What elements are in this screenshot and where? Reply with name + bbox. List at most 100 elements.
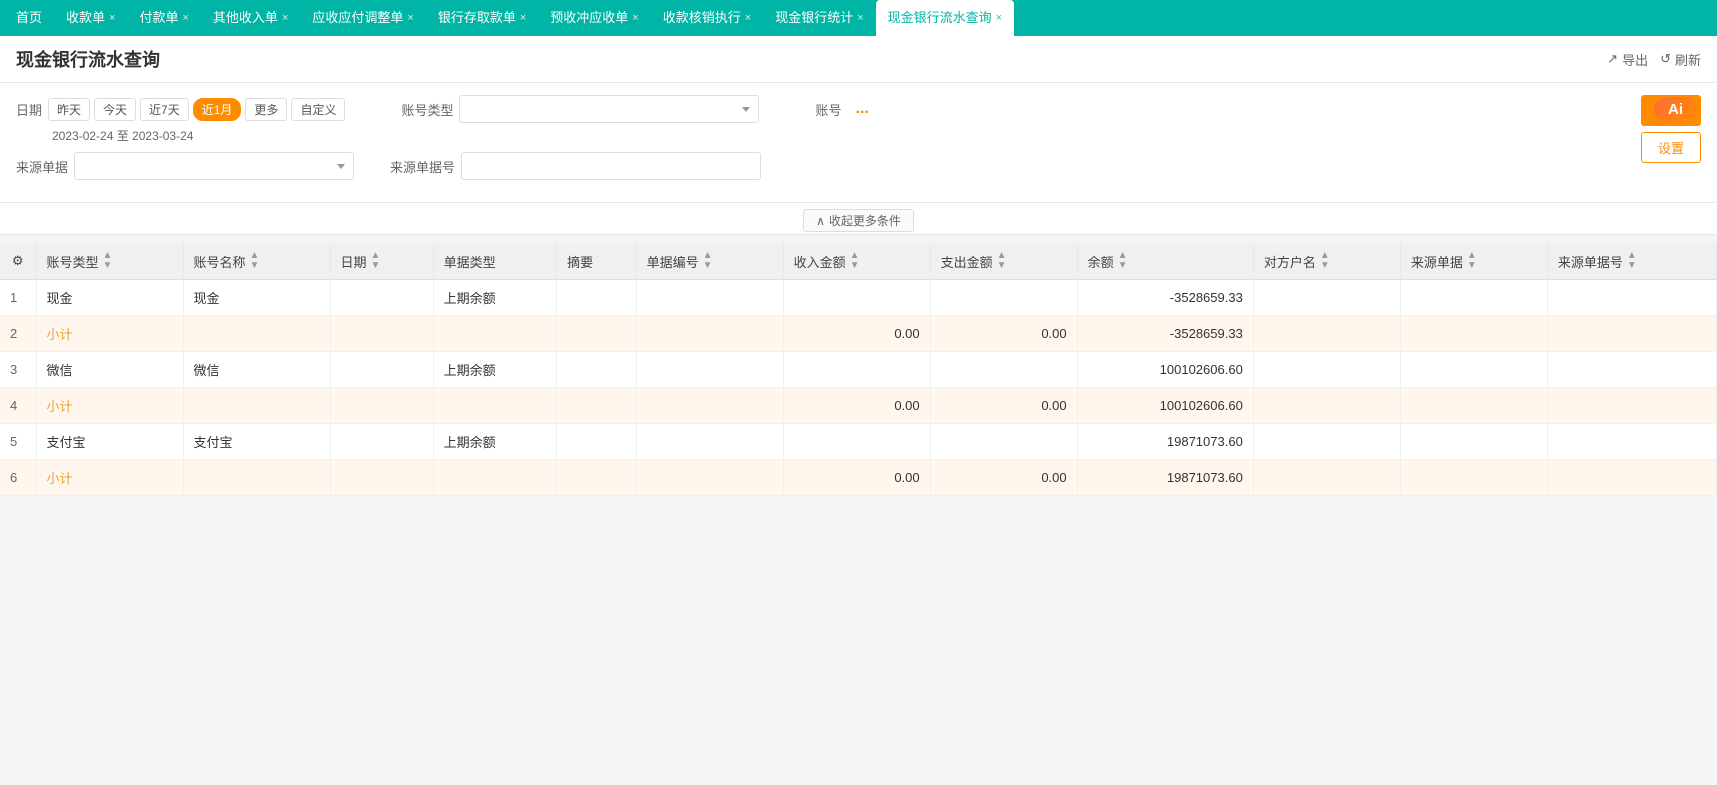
table-cell: [930, 280, 1077, 316]
table-cell: [557, 316, 637, 352]
collapse-row: ∧ 收起更多条件: [0, 203, 1717, 235]
table-cell: [783, 424, 930, 460]
nav-cash-bank-stats[interactable]: 现金银行统计 ×: [763, 0, 875, 36]
table-cell: 0.00: [783, 460, 930, 496]
table-cell: [330, 280, 433, 316]
close-icon[interactable]: ×: [109, 0, 115, 36]
export-icon: ↗: [1607, 51, 1618, 67]
close-icon[interactable]: ×: [857, 0, 863, 36]
table-cell: [557, 388, 637, 424]
th-account-type[interactable]: 账号类型 ▲▼: [36, 243, 183, 280]
date-buttons: 昨天 今天 近7天 近1月 更多 自定义: [48, 98, 345, 121]
close-icon[interactable]: ×: [182, 0, 188, 36]
th-summary[interactable]: 摘要: [557, 243, 637, 280]
table-cell: [1547, 388, 1716, 424]
settings-button[interactable]: 设置: [1641, 132, 1701, 163]
table-cell: [433, 388, 557, 424]
date-btn-yesterday[interactable]: 昨天: [48, 98, 90, 121]
th-doc-type[interactable]: 单据类型: [433, 243, 557, 280]
close-icon[interactable]: ×: [996, 0, 1002, 36]
source-doc-filter: 来源单据: [16, 152, 354, 180]
close-icon[interactable]: ×: [520, 0, 526, 36]
account-type-label: 账号类型: [401, 100, 453, 119]
nav-receipt[interactable]: 收款单 ×: [54, 0, 127, 36]
table-cell: [330, 460, 433, 496]
table-cell: 上期余额: [433, 280, 557, 316]
top-navigation: 首页 收款单 × 付款单 × 其他收入单 × 应收应付调整单 × 银行存取款单 …: [0, 0, 1717, 36]
table-cell: [1253, 424, 1400, 460]
th-balance[interactable]: 余额 ▲▼: [1077, 243, 1253, 280]
th-doc-no[interactable]: 单据编号 ▲▼: [636, 243, 783, 280]
th-source-doc-no[interactable]: 来源单据号 ▲▼: [1547, 243, 1716, 280]
table-cell: [433, 316, 557, 352]
table-cell: 4: [0, 388, 36, 424]
table-cell: [636, 352, 783, 388]
export-button[interactable]: ↗ 导出: [1607, 50, 1648, 69]
table-cell: [1400, 424, 1547, 460]
table-cell: 100102606.60: [1077, 352, 1253, 388]
date-btn-1month[interactable]: 近1月: [193, 98, 242, 121]
table-cell: 现金: [36, 280, 183, 316]
table-cell: [557, 280, 637, 316]
close-icon[interactable]: ×: [632, 0, 638, 36]
table-cell: [930, 424, 1077, 460]
nav-other-income[interactable]: 其他收入单 ×: [201, 0, 300, 36]
table-row: 6小计0.000.0019871073.60: [0, 460, 1717, 496]
nav-prepayment[interactable]: 预收冲应收单 ×: [538, 0, 650, 36]
table-cell: [183, 460, 330, 496]
nav-collection-exec[interactable]: 收款核销执行 ×: [651, 0, 763, 36]
nav-cash-bank-flow[interactable]: 现金银行流水查询 ×: [876, 0, 1014, 36]
nav-bank-deposit[interactable]: 银行存取款单 ×: [426, 0, 538, 36]
table-cell: 现金: [183, 280, 330, 316]
th-source-doc[interactable]: 来源单据 ▲▼: [1400, 243, 1547, 280]
th-counterparty[interactable]: 对方户名 ▲▼: [1253, 243, 1400, 280]
nav-ar-ap-adjustment[interactable]: 应收应付调整单 ×: [300, 0, 425, 36]
nav-home[interactable]: 首页: [4, 0, 54, 36]
sort-icon: ▲▼: [997, 251, 1007, 271]
table-cell: [1253, 280, 1400, 316]
date-btn-7days[interactable]: 近7天: [140, 98, 189, 121]
data-table: ⚙ 账号类型 ▲▼ 账号名称 ▲▼ 日期: [0, 243, 1717, 496]
close-icon[interactable]: ×: [745, 0, 751, 36]
table-cell: [1400, 280, 1547, 316]
header-actions: ↗ 导出 ↺ 刷新: [1607, 50, 1701, 69]
table-cell: [1400, 388, 1547, 424]
refresh-button[interactable]: ↺ 刷新: [1660, 50, 1701, 69]
th-expense[interactable]: 支出金额 ▲▼: [930, 243, 1077, 280]
table-cell: 19871073.60: [1077, 460, 1253, 496]
date-btn-more[interactable]: 更多: [245, 98, 287, 121]
account-ellipsis[interactable]: ...: [855, 100, 868, 118]
table-row: 2小计0.000.00-3528659.33: [0, 316, 1717, 352]
close-icon[interactable]: ×: [407, 0, 413, 36]
source-doc-no-input[interactable]: [461, 152, 761, 180]
settings-icon: ⚙: [12, 253, 24, 268]
table-cell: [1547, 352, 1716, 388]
date-filter: 日期 昨天 今天 近7天 近1月 更多 自定义: [16, 98, 345, 121]
source-doc-select[interactable]: [74, 152, 354, 180]
nav-payment[interactable]: 付款单 ×: [127, 0, 200, 36]
table-cell: 上期余额: [433, 352, 557, 388]
table-cell: [330, 424, 433, 460]
table-cell: 0.00: [783, 388, 930, 424]
date-btn-custom[interactable]: 自定义: [291, 98, 345, 121]
th-account-name[interactable]: 账号名称 ▲▼: [183, 243, 330, 280]
collapse-icon: ∧: [816, 214, 825, 228]
close-icon[interactable]: ×: [282, 0, 288, 36]
table-cell: [1547, 280, 1716, 316]
account-type-filter: 账号类型: [401, 95, 759, 123]
refresh-icon: ↺: [1660, 51, 1671, 67]
date-btn-today[interactable]: 今天: [94, 98, 136, 121]
account-type-select[interactable]: [459, 95, 759, 123]
table-cell: [330, 316, 433, 352]
collapse-button[interactable]: ∧ 收起更多条件: [803, 209, 914, 232]
sort-icon: ▲▼: [703, 251, 713, 271]
date-label: 日期: [16, 100, 42, 119]
th-income[interactable]: 收入金额 ▲▼: [783, 243, 930, 280]
th-date[interactable]: 日期 ▲▼: [330, 243, 433, 280]
table-cell: [636, 460, 783, 496]
table-cell: [1253, 388, 1400, 424]
table-cell: [1400, 316, 1547, 352]
table-cell: [636, 280, 783, 316]
th-settings[interactable]: ⚙: [0, 243, 36, 280]
ai-badge[interactable]: Ai: [1654, 97, 1697, 122]
